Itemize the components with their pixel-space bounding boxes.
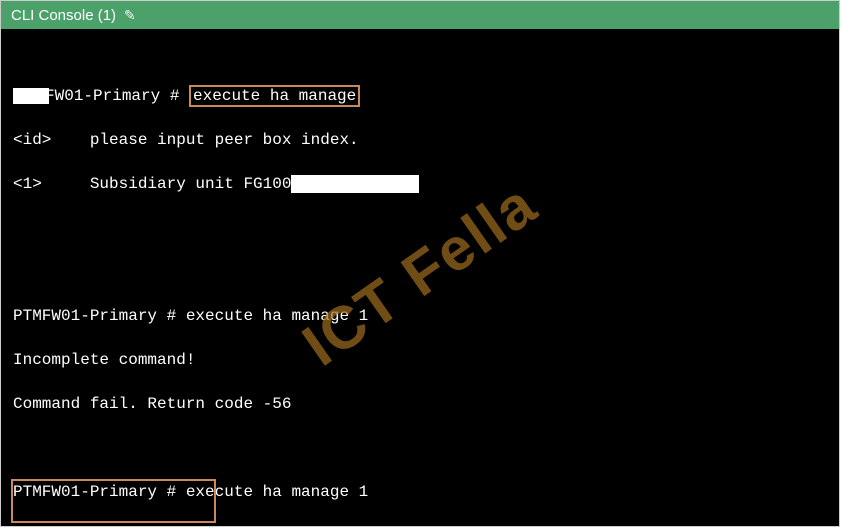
terminal-line: PTMFW01-Primary # execute ha manage 1 — [13, 481, 827, 503]
window-title: CLI Console (1) — [11, 7, 116, 24]
terminal-line: <1> Subsidiary unit FG100 — [13, 173, 827, 195]
terminal-line: <id> please input peer box index. — [13, 129, 827, 151]
terminal-line — [13, 261, 827, 283]
cli-console-window: CLI Console (1) ✎ ICT Fella FW01-Primary… — [0, 0, 840, 527]
title-bar: CLI Console (1) ✎ — [1, 1, 839, 29]
terminal-line — [13, 217, 827, 239]
terminal-line: Incomplete command! — [13, 349, 827, 371]
redaction-block — [291, 175, 419, 193]
redaction-block — [13, 88, 49, 104]
terminal-line: PTMFW01-Primary # execute ha manage 1 — [13, 305, 827, 327]
terminal-line: Command fail. Return code -56 — [13, 393, 827, 415]
terminal-line: <string> Login admin name. — [13, 525, 827, 526]
terminal-line — [13, 437, 827, 459]
highlighted-command: execute ha manage — [189, 85, 360, 107]
terminal-line: FW01-Primary # execute ha manage — [13, 85, 827, 107]
terminal-output[interactable]: ICT Fella FW01-Primary # execute ha mana… — [1, 29, 839, 526]
edit-icon[interactable]: ✎ — [124, 7, 136, 24]
